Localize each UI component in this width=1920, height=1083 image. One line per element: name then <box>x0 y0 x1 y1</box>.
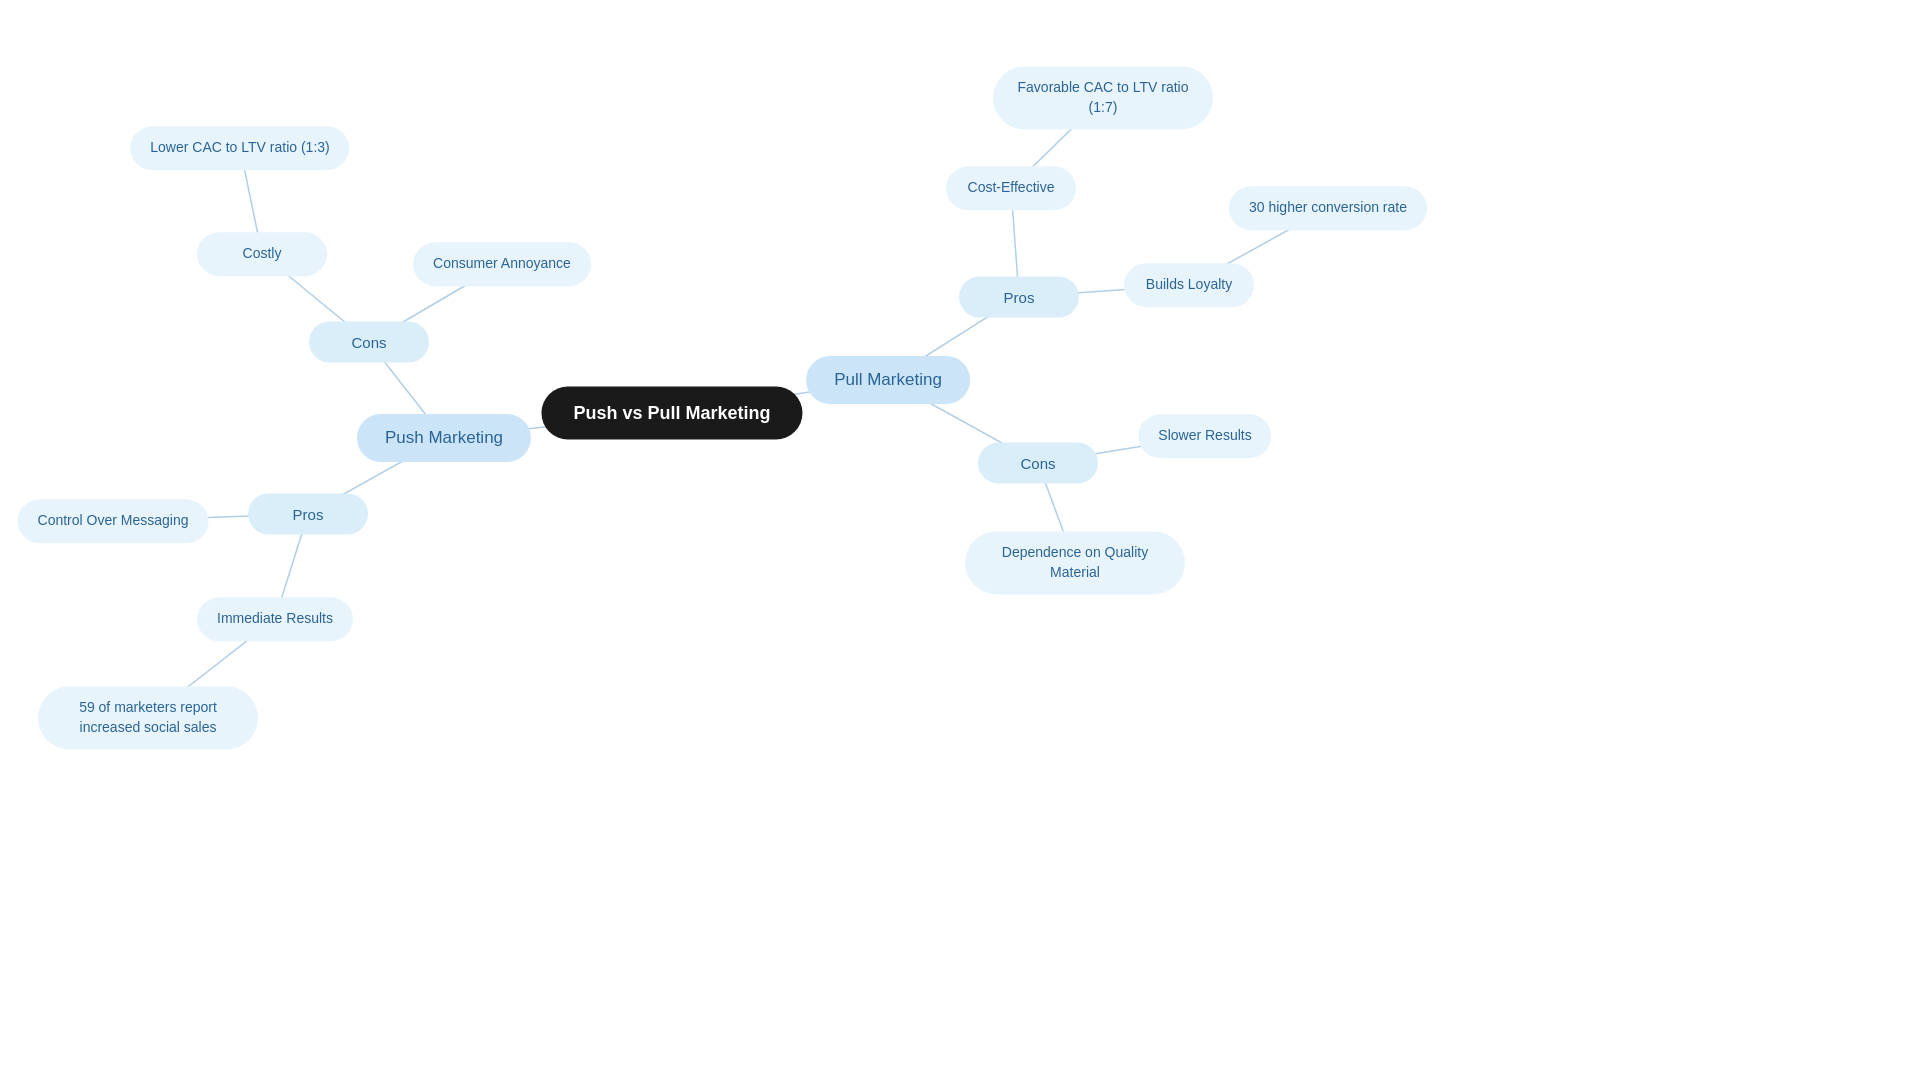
node-pull_pros_conversion: 30 higher conversion rate <box>1229 186 1427 230</box>
node-pull_marketing: Pull Marketing <box>806 356 970 404</box>
node-push_marketing: Push Marketing <box>357 414 531 462</box>
node-push_pros_control: Control Over Messaging <box>18 499 209 543</box>
node-pull_cons_slower: Slower Results <box>1138 414 1271 458</box>
node-push_cons_ltv: Lower CAC to LTV ratio (1:3) <box>130 126 349 170</box>
node-pull_pros_costeff: Cost-Effective <box>946 166 1076 210</box>
node-pull_cons_quality: Dependence on Quality Material <box>965 531 1185 594</box>
node-push_pros_immediate: Immediate Results <box>197 597 353 641</box>
node-push_cons_annoyance: Consumer Annoyance <box>413 242 591 286</box>
node-pull_pros_ltv: Favorable CAC to LTV ratio (1:7) <box>993 66 1213 129</box>
node-push_pros_social: 59 of marketers report increased social … <box>38 686 258 749</box>
node-pull_cons: Cons <box>978 443 1098 484</box>
node-push_pros: Pros <box>248 494 368 535</box>
node-push_cons: Cons <box>309 322 429 363</box>
node-push_cons_costly: Costly <box>197 232 327 276</box>
mind-map: Push vs Pull MarketingPush Marketing Pull… <box>0 0 1920 1083</box>
node-pull_pros: Pros <box>959 277 1079 318</box>
node-center: Push vs Pull Marketing <box>541 387 802 440</box>
node-pull_pros_loyalty: Builds Loyalty <box>1124 263 1254 307</box>
